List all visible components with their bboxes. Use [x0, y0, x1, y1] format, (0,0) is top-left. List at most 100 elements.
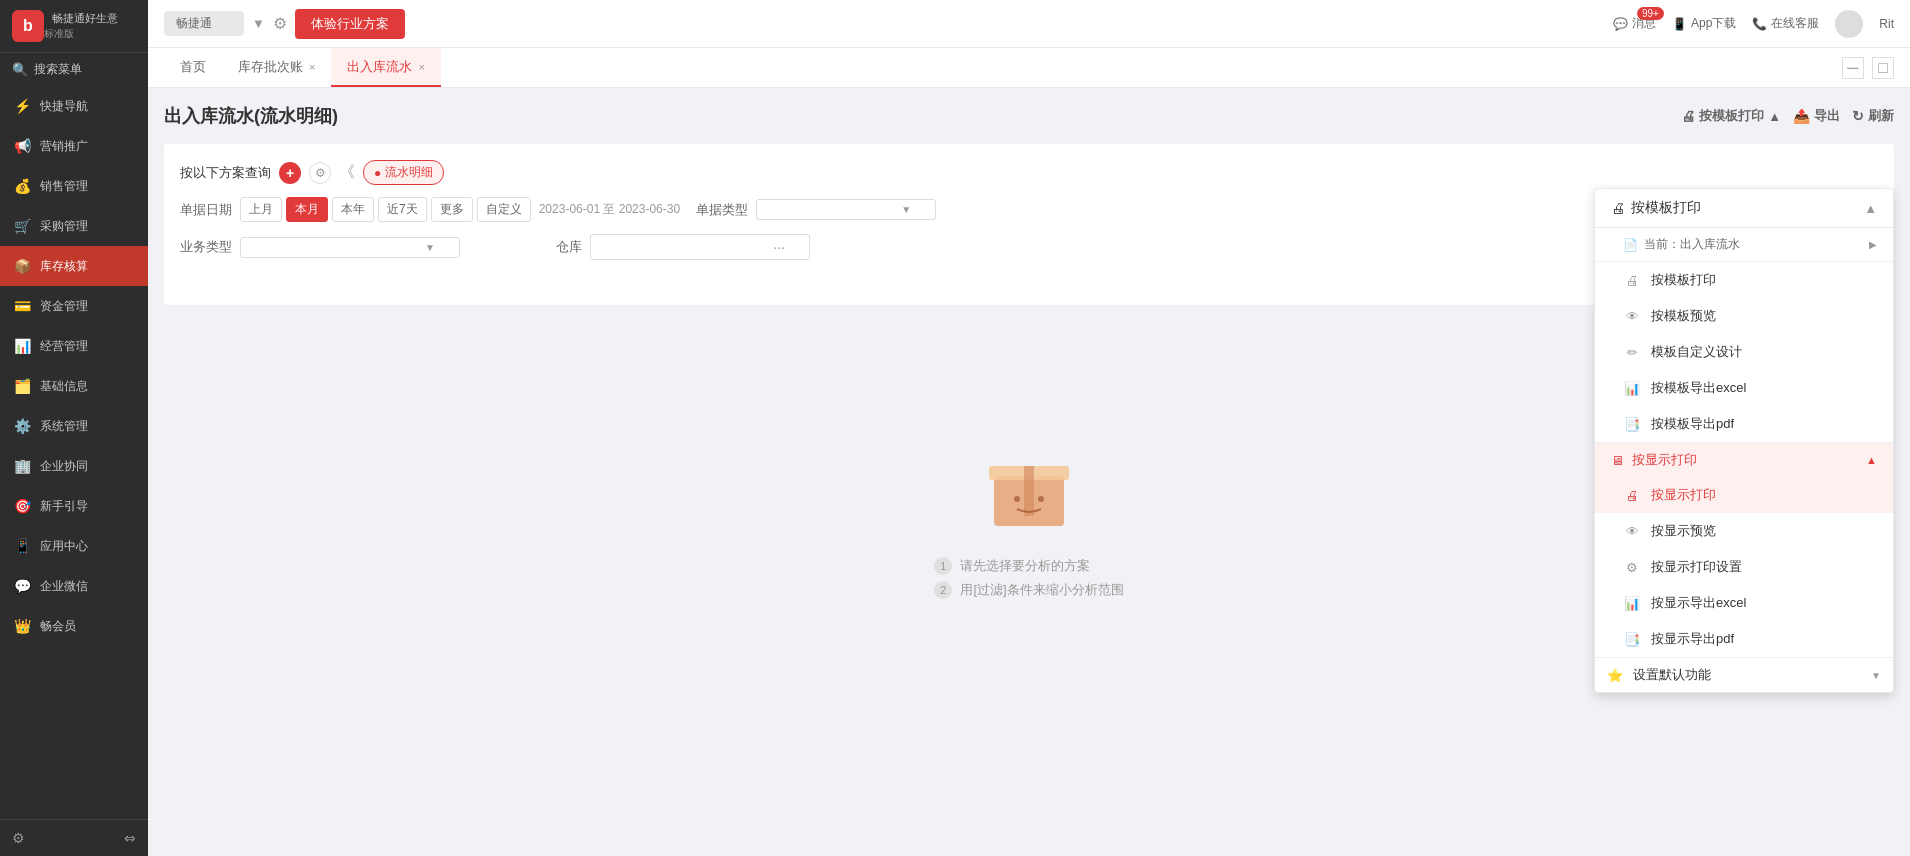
dp-display-preview[interactable]: 👁 按显示预览	[1595, 513, 1893, 549]
tab-batch-close[interactable]: ×	[309, 61, 315, 73]
sidebar-item-basic[interactable]: 🗂️ 基础信息	[0, 366, 148, 406]
sidebar-item-operations[interactable]: 📊 经营管理	[0, 326, 148, 366]
topbar-gear-icon[interactable]: ⚙	[273, 14, 287, 33]
empty-tips: 1 请先选择要分析的方案 2 用[过滤]条件来缩小分析范围	[934, 557, 1123, 605]
date-more-btn[interactable]: 更多	[431, 197, 473, 222]
service-label: 在线客服	[1771, 15, 1819, 32]
biz-type-arrow-icon: ▼	[425, 242, 435, 253]
dp-display-export-excel[interactable]: 📊 按显示导出excel	[1595, 585, 1893, 621]
print-dropdown-panel: 🖨 按模板打印 ▲ 📄 当前：出入库流水 ▶ 🖨 按模板打印 👁	[1594, 188, 1894, 693]
system-icon: ⚙️	[12, 416, 32, 436]
tip-text-2: 用[过滤]条件来缩小分析范围	[960, 581, 1123, 599]
logo-sub: 标准版	[44, 27, 118, 41]
dp-display-print-label: 按显示打印	[1651, 486, 1716, 504]
inventory-icon: 📦	[12, 256, 32, 276]
date-this-month-btn[interactable]: 本月	[286, 197, 328, 222]
dp-display-label: 按显示打印	[1632, 451, 1697, 469]
tab-bar: 首页 库存批次账 × 出入库流水 × ─ □	[148, 48, 1910, 88]
refresh-button[interactable]: ↻ 刷新	[1852, 107, 1894, 125]
tab-maximize-btn[interactable]: □	[1872, 57, 1894, 79]
export-button[interactable]: 📤 导出	[1793, 107, 1840, 125]
warehouse-label: 仓库	[556, 238, 582, 256]
filter-add-btn[interactable]: +	[279, 162, 301, 184]
filter-settings-btn[interactable]: ⚙	[309, 162, 331, 184]
sidebar-search[interactable]: 🔍 搜索菜单	[0, 53, 148, 86]
corp-icon: 🏢	[12, 456, 32, 476]
dp-current-selection[interactable]: 📄 当前：出入库流水 ▶	[1595, 228, 1893, 262]
warehouse-select[interactable]: ···	[590, 234, 810, 260]
date-last-month-btn[interactable]: 上月	[240, 197, 282, 222]
tab-flow[interactable]: 出入库流水 ×	[331, 48, 440, 87]
avatar[interactable]	[1835, 10, 1863, 38]
sidebar-item-inventory[interactable]: 📦 库存核算	[0, 246, 148, 286]
flow-detail-tag[interactable]: ● 流水明细	[363, 160, 444, 185]
print-button[interactable]: 🖨 按模板打印 ▲	[1681, 107, 1781, 125]
sidebar-item-finance[interactable]: 💳 资金管理	[0, 286, 148, 326]
dp-template-custom[interactable]: ✏ 模板自定义设计	[1595, 334, 1893, 370]
username-display[interactable]: Rit	[1879, 17, 1894, 31]
dp-template-print-label: 按模板打印	[1651, 271, 1716, 289]
date-7days-btn[interactable]: 近7天	[378, 197, 427, 222]
dp-display-section[interactable]: 🖥 按显示打印 ▲	[1595, 443, 1893, 477]
dp-display-pdf-label: 按显示导出pdf	[1651, 630, 1734, 648]
sidebar-item-corp[interactable]: 🏢 企业协同	[0, 446, 148, 486]
topbar-left: 畅捷通 ▼ ⚙ 体验行业方案	[164, 9, 405, 39]
dp-display-export-pdf[interactable]: 📑 按显示导出pdf	[1595, 621, 1893, 657]
empty-tip-1: 1 请先选择要分析的方案	[934, 557, 1123, 575]
sidebar-label-app-center: 应用中心	[40, 538, 88, 555]
sidebar-item-member[interactable]: 👑 畅会员	[0, 606, 148, 646]
sidebar-item-wechat[interactable]: 💬 企业微信	[0, 566, 148, 606]
settings-bottom-btn[interactable]: ⚙	[12, 830, 25, 846]
svg-point-3	[1014, 496, 1020, 502]
dp-display-print[interactable]: 🖨 按显示打印	[1595, 477, 1893, 513]
tab-home[interactable]: 首页	[164, 48, 222, 87]
biz-type-select[interactable]: ▼	[240, 237, 460, 258]
sidebar-label-purchase: 采购管理	[40, 218, 88, 235]
service-icon: 📞	[1752, 17, 1767, 31]
search-label: 搜索菜单	[34, 61, 82, 78]
dp-display-print-settings[interactable]: ⚙ 按显示打印设置	[1595, 549, 1893, 585]
sidebar-item-app-center[interactable]: 📱 应用中心	[0, 526, 148, 566]
collapse-sidebar-btn[interactable]: ⇔	[124, 830, 136, 846]
dp-display-excel-icon: 📊	[1623, 594, 1641, 612]
topbar-message[interactable]: 💬 消息 99+	[1613, 15, 1656, 32]
sidebar-item-sales[interactable]: 💰 销售管理	[0, 166, 148, 206]
dp-collapse-btn[interactable]: ▲	[1864, 201, 1877, 216]
tab-controls: ─ □	[1842, 48, 1894, 87]
topbar-dropdown-icon[interactable]: ▼	[252, 16, 265, 31]
sidebar-item-marketing[interactable]: 📢 营销推广	[0, 126, 148, 166]
sidebar-item-system[interactable]: ⚙️ 系统管理	[0, 406, 148, 446]
topbar-user[interactable]: 畅捷通	[164, 11, 244, 36]
dp-title: 🖨 按模板打印	[1611, 199, 1701, 217]
date-this-year-btn[interactable]: 本年	[332, 197, 374, 222]
page-title-actions: 🖨 按模板打印 ▲ 📤 导出 ↻ 刷新	[1681, 107, 1894, 125]
sidebar-label-marketing: 营销推广	[40, 138, 88, 155]
date-custom-btn[interactable]: 自定义	[477, 197, 531, 222]
dp-template-print[interactable]: 🖨 按模板打印	[1595, 262, 1893, 298]
sidebar-item-guide[interactable]: 🎯 新手引导	[0, 486, 148, 526]
sidebar-label-corp: 企业协同	[40, 458, 88, 475]
sidebar-item-quick-nav[interactable]: ⚡ 快捷导航	[0, 86, 148, 126]
trial-button[interactable]: 体验行业方案	[295, 9, 405, 39]
topbar-online-service[interactable]: 📞 在线客服	[1752, 15, 1819, 32]
dp-template-export-excel[interactable]: 📊 按模板导出excel	[1595, 370, 1893, 406]
sidebar-label-sales: 销售管理	[40, 178, 88, 195]
tab-flow-close[interactable]: ×	[418, 61, 424, 73]
dp-display-collapse-icon: ▲	[1866, 454, 1877, 466]
basic-icon: 🗂️	[12, 376, 32, 396]
topbar-app-download[interactable]: 📱 App下载	[1672, 15, 1736, 32]
dp-template-export-pdf[interactable]: 📑 按模板导出pdf	[1595, 406, 1893, 442]
dp-template-preview[interactable]: 👁 按模板预览	[1595, 298, 1893, 334]
dp-set-default[interactable]: ⭐ 设置默认功能 ▼	[1595, 658, 1893, 692]
filter-collapse-btn[interactable]: 《	[339, 162, 355, 183]
dp-display-icon: 🖥	[1611, 453, 1624, 468]
sidebar-label-system: 系统管理	[40, 418, 88, 435]
doc-type-select[interactable]: ▼	[756, 199, 936, 220]
sidebar-item-purchase[interactable]: 🛒 采购管理	[0, 206, 148, 246]
dp-template-preview-label: 按模板预览	[1651, 307, 1716, 325]
sidebar-label-finance: 资金管理	[40, 298, 88, 315]
tab-batch-account[interactable]: 库存批次账 ×	[222, 48, 331, 87]
empty-illustration	[979, 441, 1079, 541]
sidebar-label-member: 畅会员	[40, 618, 76, 635]
tab-minimize-btn[interactable]: ─	[1842, 57, 1864, 79]
